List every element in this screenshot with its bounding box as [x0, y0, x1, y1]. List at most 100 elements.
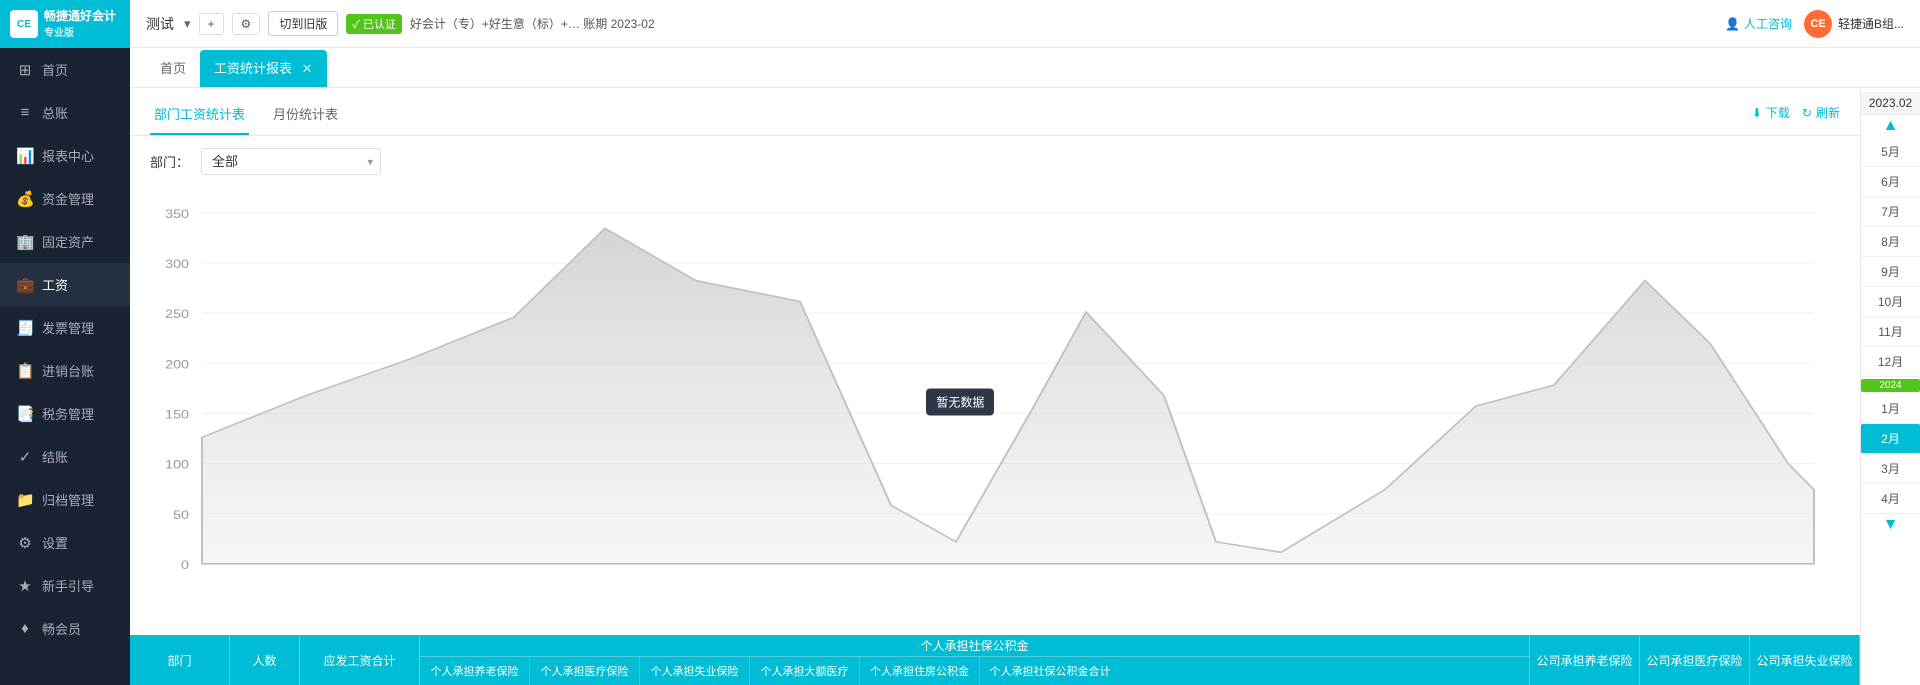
main-area: 测试 ▾ + ⚙ 切到旧版 ✓ 已认证 好会计（专）+好生意（标）+… 账期 2…: [130, 0, 1920, 685]
svg-text:300: 300: [165, 257, 189, 270]
svg-text:0: 0: [181, 558, 189, 571]
app-logo: CE 畅捷通好会计 专业版: [0, 0, 130, 48]
year-2024-badge: 2024: [1861, 379, 1920, 392]
col-unemployment: 个人承担失业保险: [640, 657, 750, 685]
app-name: 畅捷通好会计: [44, 9, 116, 23]
filter-label: 部门：: [150, 152, 189, 171]
sidebar-item-membership[interactable]: ♦ 畅会员: [0, 607, 130, 650]
sidebar: CE 畅捷通好会计 专业版 ⊞ 首页 ≡ 总账 📊 报表中心 💰 资金管理 🏢 …: [0, 0, 130, 685]
svg-text:50: 50: [173, 508, 189, 521]
sidebar-item-guide[interactable]: ★ 新手引导: [0, 564, 130, 607]
sidebar-item-label: 进销台账: [42, 361, 94, 380]
nav-up-icon[interactable]: ▲: [1881, 115, 1901, 137]
sidebar-item-assets[interactable]: 🏢 固定资产: [0, 220, 130, 263]
month-10[interactable]: 10月: [1861, 287, 1920, 317]
membership-icon: ♦: [16, 620, 34, 637]
col-company-pension: 公司承担养老保险: [1530, 635, 1640, 685]
col-personal-total: 个人承担社保公积金合计: [980, 657, 1120, 685]
month-2024-3[interactable]: 3月: [1861, 454, 1920, 484]
nav-down-icon[interactable]: ▼: [1881, 514, 1901, 536]
tab-home[interactable]: 首页: [146, 50, 200, 87]
svg-text:100: 100: [165, 458, 189, 471]
col-pension: 个人承担养老保险: [420, 657, 530, 685]
ledger-icon: ≡: [16, 104, 34, 121]
topbar-title: 测试: [146, 14, 174, 34]
user-name: 轻捷通B组...: [1838, 15, 1904, 32]
sub-tab-monthly[interactable]: 月份统计表: [269, 98, 342, 135]
archive-icon: 📁: [16, 491, 34, 509]
sidebar-item-label: 归档管理: [42, 490, 94, 509]
tax-icon: 📑: [16, 405, 34, 423]
sidebar-item-tax[interactable]: 📑 税务管理: [0, 392, 130, 435]
dept-select-wrapper: 全部 ▾: [201, 148, 381, 175]
tabbar: 首页 工资统计报表 ✕: [130, 48, 1920, 88]
col-count: 人数: [230, 635, 300, 685]
col-group-personal: 个人承担社保公积金 个人承担养老保险 个人承担医疗保险 个人承担失业保险 个人承…: [420, 635, 1530, 685]
settings-icon: ⚙: [16, 534, 34, 552]
sidebar-item-purchase[interactable]: 📋 进销台账: [0, 349, 130, 392]
add-button[interactable]: +: [199, 13, 224, 35]
sidebar-item-close[interactable]: ✓ 结账: [0, 435, 130, 478]
col-group-children: 个人承担养老保险 个人承担医疗保险 个人承担失业保险 个人承担大额医疗 个人承担…: [420, 657, 1529, 685]
sidebar-item-ledger[interactable]: ≡ 总账: [0, 91, 130, 134]
sidebar-item-funds[interactable]: 💰 资金管理: [0, 177, 130, 220]
topbar-right: 👤 人工咨询 CE 轻捷通B组...: [1725, 10, 1904, 38]
month-7[interactable]: 7月: [1861, 197, 1920, 227]
invoice-icon: 🧾: [16, 319, 34, 337]
logo-icon: CE: [10, 10, 38, 38]
month-11[interactable]: 11月: [1861, 317, 1920, 347]
user-menu[interactable]: CE 轻捷通B组...: [1804, 10, 1904, 38]
month-6[interactable]: 6月: [1861, 167, 1920, 197]
sub-tab-dept[interactable]: 部门工资统计表: [150, 98, 249, 135]
month-9[interactable]: 9月: [1861, 257, 1920, 287]
advisor-icon: 👤: [1725, 17, 1740, 31]
sidebar-item-home[interactable]: ⊞ 首页: [0, 48, 130, 91]
refresh-action[interactable]: ↻ 刷新: [1802, 104, 1840, 121]
sidebar-item-label: 结账: [42, 447, 68, 466]
dept-select[interactable]: 全部: [201, 148, 381, 175]
month-2024-4[interactable]: 4月: [1861, 484, 1920, 514]
close-accounts-icon: ✓: [16, 448, 34, 466]
month-2024-2[interactable]: 2月: [1861, 424, 1920, 454]
col-total-salary: 应发工资合计: [300, 635, 420, 685]
purchase-icon: 📋: [16, 362, 34, 380]
col-company-unemployment: 公司承担失业保险: [1750, 635, 1860, 685]
assets-icon: 🏢: [16, 233, 34, 251]
svg-text:250: 250: [165, 308, 189, 321]
sidebar-item-salary[interactable]: 💼 工资: [0, 263, 130, 306]
refresh-icon: ↻: [1802, 106, 1812, 120]
sidebar-item-settings[interactable]: ⚙ 设置: [0, 521, 130, 564]
funds-icon: 💰: [16, 190, 34, 208]
avatar: CE: [1804, 10, 1832, 38]
sidebar-item-reports[interactable]: 📊 报表中心: [0, 134, 130, 177]
tab-salary-report[interactable]: 工资统计报表 ✕: [200, 50, 327, 87]
topbar-dropdown-arrow[interactable]: ▾: [184, 16, 191, 32]
home-icon: ⊞: [16, 61, 34, 79]
filter-bar: 部门： 全部 ▾: [130, 136, 1860, 187]
salary-icon: 💼: [16, 276, 34, 294]
col-housing-fund: 个人承担住房公积金: [860, 657, 980, 685]
month-5[interactable]: 5月: [1861, 137, 1920, 167]
month-8[interactable]: 8月: [1861, 227, 1920, 257]
topbar-tags: 好会计（专）+好生意（标）+… 账期 2023-02: [410, 15, 655, 32]
svg-text:150: 150: [165, 408, 189, 421]
col-medical: 个人承担医疗保险: [530, 657, 640, 685]
sidebar-item-label: 首页: [42, 60, 68, 79]
advisor-button[interactable]: 👤 人工咨询: [1725, 15, 1792, 32]
month-2024-1[interactable]: 1月: [1861, 394, 1920, 424]
sidebar-item-invoice[interactable]: 🧾 发票管理: [0, 306, 130, 349]
sidebar-item-label: 发票管理: [42, 318, 94, 337]
download-action[interactable]: ⬇ 下载: [1752, 104, 1790, 121]
tab-close-icon[interactable]: ✕: [302, 61, 313, 76]
month-12[interactable]: 12月: [1861, 347, 1920, 377]
sidebar-item-label: 资金管理: [42, 189, 94, 208]
col-large-medical: 个人承担大额医疗: [750, 657, 860, 685]
settings-button[interactable]: ⚙: [232, 13, 261, 35]
sub-tab-actions: ⬇ 下载 ↻ 刷新: [1752, 104, 1840, 129]
sidebar-item-label: 固定资产: [42, 232, 94, 251]
sidebar-item-label: 畅会员: [42, 619, 81, 638]
current-year-display[interactable]: 2023.02: [1861, 92, 1920, 115]
switch-old-btn[interactable]: 切到旧版: [268, 11, 338, 36]
date-picker-sidebar: 2023.02 ▲ 5月 6月 7月 8月 9月 10月 11月 12月 202…: [1860, 88, 1920, 685]
sidebar-item-archive[interactable]: 📁 归档管理: [0, 478, 130, 521]
